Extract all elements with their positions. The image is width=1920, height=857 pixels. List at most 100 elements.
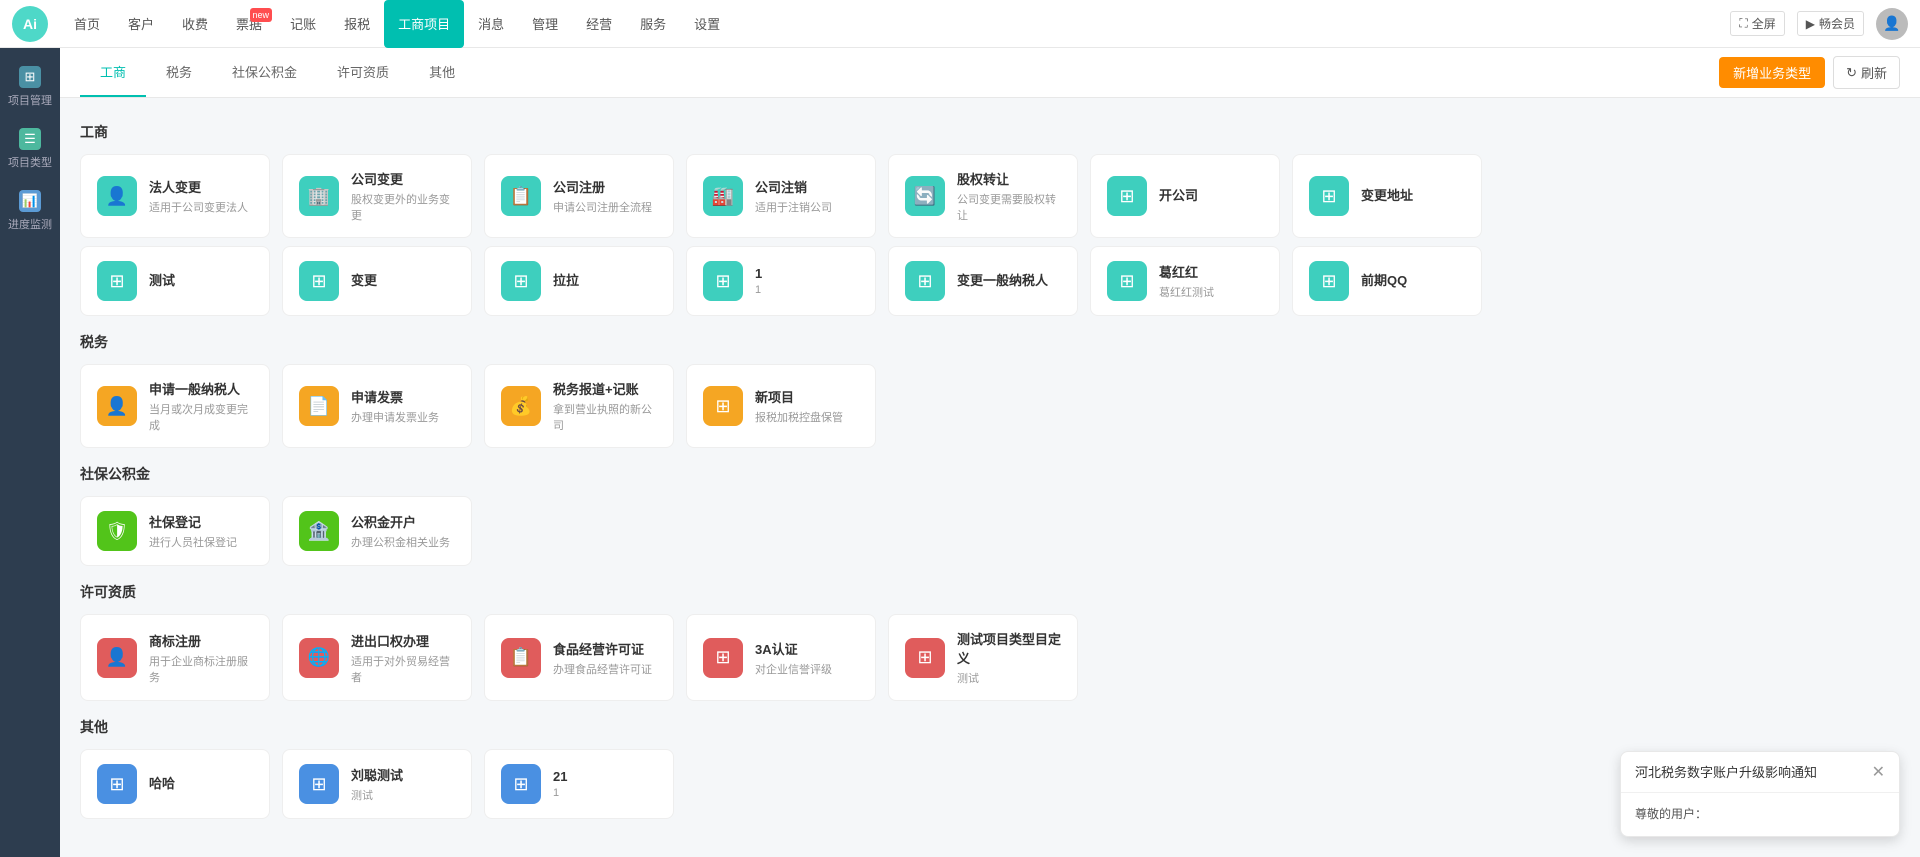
card-name-test-type-def: 测试项目类型目定义 [957, 629, 1061, 667]
card-desc-liucong-test: 测试 [351, 787, 403, 803]
card-name-change-taxpayer: 变更一般纳税人 [957, 270, 1048, 289]
section-title-other: 其他 [80, 717, 1900, 737]
refresh-button[interactable]: ↻ 刷新 [1833, 56, 1900, 89]
card-open-company[interactable]: ⊞ 开公司 [1090, 154, 1280, 238]
card-name-change: 变更 [351, 270, 377, 289]
card-name-trademark: 商标注册 [149, 631, 253, 650]
card-name-21: 21 [553, 769, 567, 784]
add-type-button[interactable]: 新增业务类型 [1719, 57, 1825, 88]
fullscreen-label: 全屏 [1752, 15, 1776, 32]
card-company-cancel[interactable]: 🏭 公司注销 适用于注销公司 [686, 154, 876, 238]
card-name-tax-bookkeeping: 税务报道+记账 [553, 379, 657, 398]
fullscreen-button[interactable]: ⛶ 全屏 [1730, 11, 1784, 36]
legal-change-icon: 👤 [97, 176, 137, 216]
card1-icon: ⊞ [703, 261, 743, 301]
ge-honghong-icon: ⊞ [1107, 261, 1147, 301]
top-nav-right: ⛶ 全屏 ▶ 畅会员 👤 [1730, 8, 1908, 40]
tab-other[interactable]: 其他 [409, 48, 475, 97]
card-equity-transfer[interactable]: 🔄 股权转让 公司变更需要股权转让 [888, 154, 1078, 238]
card-name-import-export: 进出口权办理 [351, 631, 455, 650]
nav-settings[interactable]: 设置 [680, 0, 734, 48]
card-name-change-address: 变更地址 [1361, 185, 1413, 204]
tab-social-insurance[interactable]: 社保公积金 [212, 48, 317, 97]
card-1[interactable]: ⊞ 1 1 [686, 246, 876, 316]
card-name-qianqi-qq: 前期QQ [1361, 270, 1407, 289]
nav-home[interactable]: 首页 [60, 0, 114, 48]
card-test[interactable]: ⊞ 测试 [80, 246, 270, 316]
card-desc-ge-honghong: 葛红红测试 [1159, 284, 1214, 300]
nav-tickets[interactable]: 票据new [222, 0, 276, 48]
nav-menu: 首页 客户 收费 票据new 记账 报税 工商项目 消息 管理 经营 服务 设置 [60, 0, 1730, 48]
card-liucong-test[interactable]: ⊞ 刘聪测试 测试 [282, 749, 472, 819]
nav-bookkeeping[interactable]: 记账 [276, 0, 330, 48]
sidebar: ⊞ 项目管理 ☰ 项目类型 📊 进度监测 [0, 48, 60, 857]
card-tax-bookkeeping[interactable]: 💰 税务报道+记账 拿到营业执照的新公司 [484, 364, 674, 448]
card-fund-account[interactable]: 🏦 公积金开户 办理公积金相关业务 [282, 496, 472, 566]
chart-icon: 📊 [19, 190, 41, 212]
card-apply-taxpayer[interactable]: 👤 申请一般纳税人 当月或次月成变更完成 [80, 364, 270, 448]
card-change[interactable]: ⊞ 变更 [282, 246, 472, 316]
notif-close-button[interactable]: ✕ [1872, 762, 1885, 782]
card-change-taxpayer[interactable]: ⊞ 变更一般纳税人 [888, 246, 1078, 316]
cards-grid-tax: 👤 申请一般纳税人 当月或次月成变更完成 📄 申请发票 办理申请发票业务 💰 税… [80, 364, 1900, 448]
company-cancel-icon: 🏭 [703, 176, 743, 216]
sidebar-item-progress[interactable]: 📊 进度监测 [0, 180, 60, 242]
tag-icon: ☰ [19, 128, 41, 150]
haha-icon: ⊞ [97, 764, 137, 804]
card-desc-apply-invoice: 办理申请发票业务 [351, 409, 439, 425]
tab-tax[interactable]: 税务 [146, 48, 212, 97]
nav-industrial[interactable]: 工商项目 [384, 0, 464, 48]
card-trademark[interactable]: 👤 商标注册 用于企业商标注册服务 [80, 614, 270, 701]
card-qianqi-qq[interactable]: ⊞ 前期QQ [1292, 246, 1482, 316]
sidebar-item-project-manage[interactable]: ⊞ 项目管理 [0, 56, 60, 118]
card-name-apply-invoice: 申请发票 [351, 387, 439, 406]
card-desc-trademark: 用于企业商标注册服务 [149, 653, 253, 685]
grid-icon: ⊞ [19, 66, 41, 88]
card-21[interactable]: ⊞ 21 1 [484, 749, 674, 819]
card-import-export[interactable]: 🌐 进出口权办理 适用于对外贸易经营者 [282, 614, 472, 701]
card-lala[interactable]: ⊞ 拉拉 [484, 246, 674, 316]
nav-message[interactable]: 消息 [464, 0, 518, 48]
card-change-address[interactable]: ⊞ 变更地址 [1292, 154, 1482, 238]
sidebar-item-project-type[interactable]: ☰ 项目类型 [0, 118, 60, 180]
card-test-type-def[interactable]: ⊞ 测试项目类型目定义 测试 [888, 614, 1078, 701]
card-food-permit[interactable]: 📋 食品经营许可证 办理食品经营许可证 [484, 614, 674, 701]
card-apply-invoice[interactable]: 📄 申请发票 办理申请发票业务 [282, 364, 472, 448]
tab-license[interactable]: 许可资质 [317, 48, 409, 97]
card-name-fund-account: 公积金开户 [351, 512, 450, 531]
apply-taxpayer-icon: 👤 [97, 386, 137, 426]
tabs: 工商 税务 社保公积金 许可资质 其他 [80, 48, 475, 97]
card-name-apply-taxpayer: 申请一般纳税人 [149, 379, 253, 398]
notif-header: 河北税务数字账户升级影响通知 ✕ [1621, 752, 1899, 793]
card-3a-cert[interactable]: ⊞ 3A认证 对企业信誉评级 [686, 614, 876, 701]
change-taxpayer-icon: ⊞ [905, 261, 945, 301]
card-company-register[interactable]: 📋 公司注册 申请公司注册全流程 [484, 154, 674, 238]
card-company-change[interactable]: 🏢 公司变更 股权变更外的业务变更 [282, 154, 472, 238]
main-content: 工商 税务 社保公积金 许可资质 其他 新增业务类型 ↻ 刷新 工商 👤 法人变… [60, 48, 1920, 857]
tab-industrial[interactable]: 工商 [80, 48, 146, 97]
card-legal-change[interactable]: 👤 法人变更 适用于公司变更法人 [80, 154, 270, 238]
card-social-register[interactable]: 🛡 社保登记 进行人员社保登记 [80, 496, 270, 566]
nav-service[interactable]: 服务 [626, 0, 680, 48]
card-name-new-project: 新项目 [755, 387, 843, 406]
nav-management[interactable]: 管理 [518, 0, 572, 48]
card-name-company-register: 公司注册 [553, 177, 652, 196]
card-desc-1: 1 [755, 284, 762, 296]
card-haha[interactable]: ⊞ 哈哈 [80, 749, 270, 819]
vip-button[interactable]: ▶ 畅会员 [1797, 11, 1864, 36]
card-name-3a-cert: 3A认证 [755, 639, 832, 658]
user-avatar[interactable]: 👤 [1876, 8, 1908, 40]
nav-operation[interactable]: 经营 [572, 0, 626, 48]
card-desc-21: 1 [553, 787, 567, 799]
section-title-industrial: 工商 [80, 122, 1900, 142]
cards-grid-social: 🛡 社保登记 进行人员社保登记 🏦 公积金开户 办理公积金相关业务 [80, 496, 1900, 566]
nav-billing[interactable]: 收费 [168, 0, 222, 48]
nav-customer[interactable]: 客户 [114, 0, 168, 48]
card-new-project[interactable]: ⊞ 新项目 报税加税控盘保管 [686, 364, 876, 448]
liucong-test-icon: ⊞ [299, 764, 339, 804]
card-desc-legal-change: 适用于公司变更法人 [149, 199, 248, 215]
card-ge-honghong[interactable]: ⊞ 葛红红 葛红红测试 [1090, 246, 1280, 316]
section-title-license: 许可资质 [80, 582, 1900, 602]
section-title-social: 社保公积金 [80, 464, 1900, 484]
nav-tax[interactable]: 报税 [330, 0, 384, 48]
